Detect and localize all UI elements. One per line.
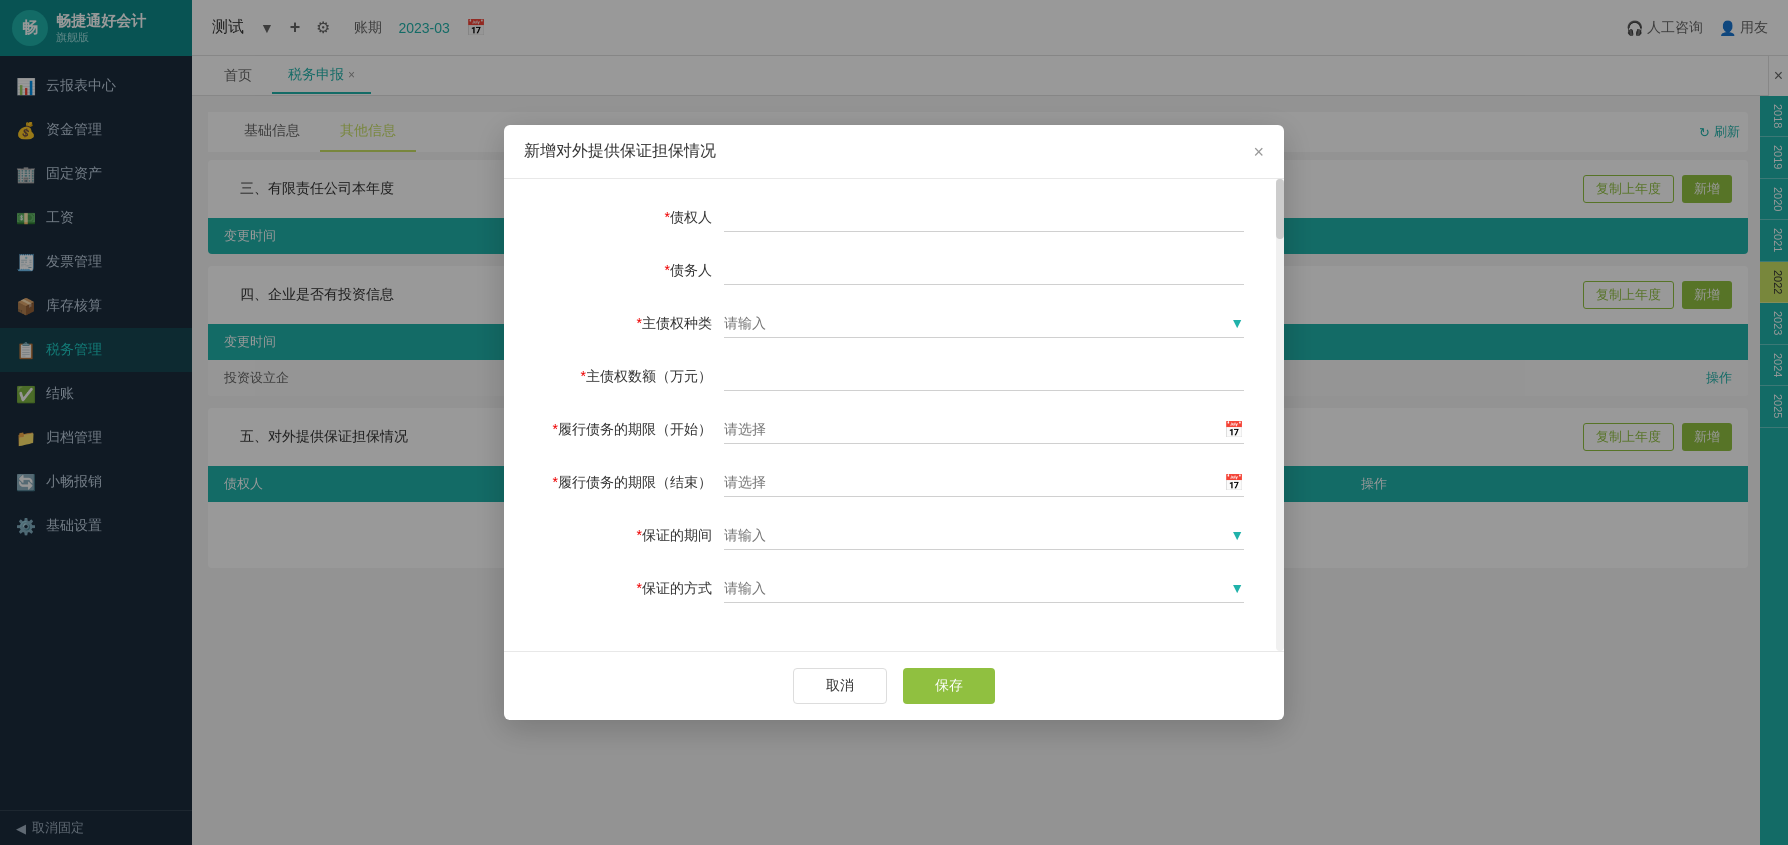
label-period-start: *履行债务的期限（开始） [544, 421, 724, 439]
dialog-scroll-thumb [1276, 179, 1284, 239]
field-guarantee-method: *保证的方式 ▼ [544, 574, 1244, 603]
save-button[interactable]: 保存 [903, 668, 995, 704]
dialog-overlay: 新增对外提供保证担保情况 × *债权人 *债务人 [0, 0, 1788, 845]
label-guarantee-method: *保证的方式 [544, 580, 724, 598]
label-debt-type: *主债权种类 [544, 315, 724, 333]
select-debt-type-input[interactable] [724, 309, 1244, 337]
cancel-button[interactable]: 取消 [793, 668, 887, 704]
select-guarantee-method-input[interactable] [724, 574, 1244, 602]
label-debt-amount: *主债权数额（万元） [544, 368, 724, 386]
field-debt-type: *主债权种类 ▼ [544, 309, 1244, 338]
dialog-footer: 取消 保存 [504, 651, 1284, 720]
input-creditor[interactable] [724, 203, 1244, 232]
label-guarantee-period: *保证的期间 [544, 527, 724, 545]
field-creditor: *债权人 [544, 203, 1244, 232]
date-period-start-input[interactable] [724, 415, 1244, 443]
dialog-title: 新增对外提供保证担保情况 [524, 141, 716, 162]
select-guarantee-period[interactable]: ▼ [724, 521, 1244, 550]
label-debtor: *债务人 [544, 262, 724, 280]
field-period-start: *履行债务的期限（开始） 📅 [544, 415, 1244, 444]
dialog-scrollbar[interactable] [1276, 179, 1284, 651]
dialog-close-button[interactable]: × [1253, 143, 1264, 161]
field-guarantee-period: *保证的期间 ▼ [544, 521, 1244, 550]
field-debt-amount: *主债权数额（万元） [544, 362, 1244, 391]
select-debt-type[interactable]: ▼ [724, 309, 1244, 338]
input-debt-amount[interactable] [724, 362, 1244, 391]
field-debtor: *债务人 [544, 256, 1244, 285]
dialog-body: *债权人 *债务人 *主债权种类 ▼ [504, 179, 1284, 651]
date-period-end[interactable]: 📅 [724, 468, 1244, 497]
select-guarantee-period-input[interactable] [724, 521, 1244, 549]
date-period-start[interactable]: 📅 [724, 415, 1244, 444]
label-period-end: *履行债务的期限（结束） [544, 474, 724, 492]
date-period-end-input[interactable] [724, 468, 1244, 496]
field-period-end: *履行债务的期限（结束） 📅 [544, 468, 1244, 497]
dialog: 新增对外提供保证担保情况 × *债权人 *债务人 [504, 125, 1284, 720]
dialog-header: 新增对外提供保证担保情况 × [504, 125, 1284, 179]
select-guarantee-method[interactable]: ▼ [724, 574, 1244, 603]
label-creditor: *债权人 [544, 209, 724, 227]
input-debtor[interactable] [724, 256, 1244, 285]
